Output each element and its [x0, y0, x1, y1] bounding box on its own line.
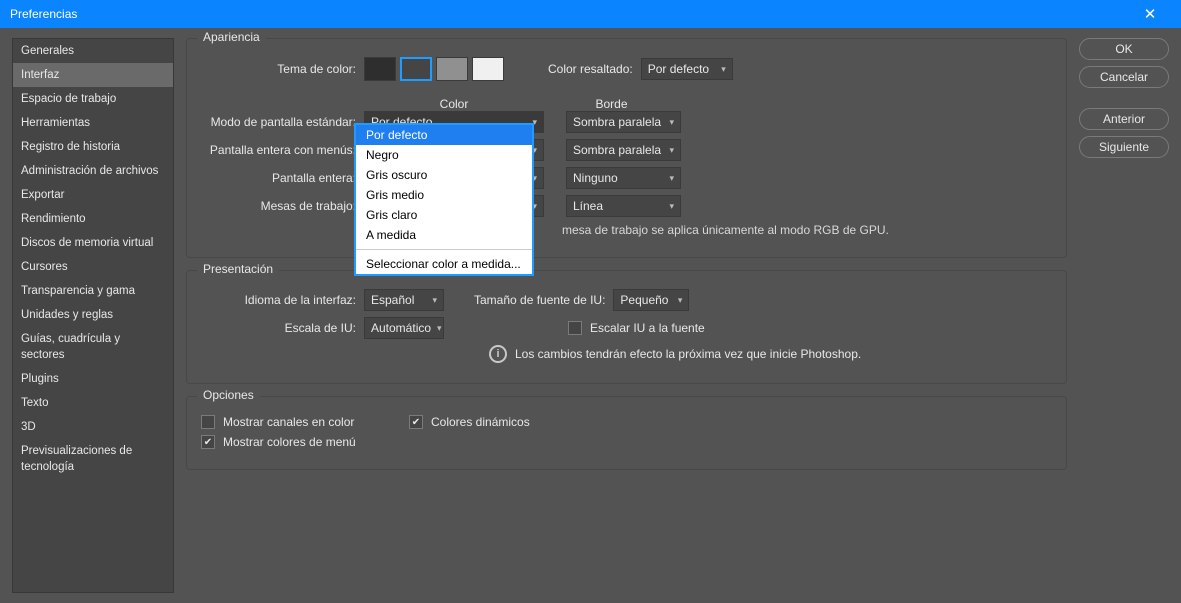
dynamic-colors-label: Colores dinámicos	[431, 415, 530, 429]
chevron-down-icon: ▾	[669, 173, 674, 184]
chevron-down-icon: ▾	[437, 323, 442, 334]
color-theme-label: Tema de color:	[201, 62, 356, 76]
scale-dropdown[interactable]: Automático▾	[364, 317, 444, 339]
chevron-down-icon: ▾	[432, 295, 437, 306]
dropdown-option-5[interactable]: A medida	[356, 225, 532, 245]
dropdown-option-custom[interactable]: Seleccionar color a medida...	[356, 254, 532, 274]
mode-row-label-0: Modo de pantalla estándar:	[201, 115, 356, 129]
mode-row-label-1: Pantalla entera con menús:	[201, 143, 356, 157]
chevron-down-icon: ▾	[669, 117, 674, 128]
close-icon[interactable]: ✕	[1127, 0, 1173, 28]
font-size-dropdown[interactable]: Pequeño▾	[613, 289, 689, 311]
sidebar-item-3[interactable]: Herramientas	[13, 111, 173, 135]
menu-colors-label: Mostrar colores de menú	[223, 435, 356, 449]
highlight-label: Color resaltado:	[548, 62, 633, 76]
cancel-button[interactable]: Cancelar	[1079, 66, 1169, 88]
ok-button[interactable]: OK	[1079, 38, 1169, 60]
chevron-down-icon: ▾	[678, 295, 683, 306]
chevron-down-icon: ▾	[721, 64, 726, 75]
presentation-title: Presentación	[197, 262, 279, 276]
next-button[interactable]: Siguiente	[1079, 136, 1169, 158]
sidebar-item-1[interactable]: Interfaz	[13, 63, 173, 87]
window-title: Preferencias	[10, 7, 77, 21]
theme-swatch-1[interactable]	[400, 57, 432, 81]
appearance-group: Apariencia Tema de color: Color resaltad…	[186, 38, 1067, 258]
column-border-header: Borde	[554, 97, 669, 111]
prev-button[interactable]: Anterior	[1079, 108, 1169, 130]
channels-label: Mostrar canales en color	[223, 415, 383, 429]
column-color-header: Color	[364, 97, 544, 111]
mode-row-label-3: Mesas de trabajo:	[201, 199, 356, 213]
appearance-title: Apariencia	[197, 30, 266, 44]
sidebar-item-6[interactable]: Exportar	[13, 183, 173, 207]
ui-lang-label: Idioma de la interfaz:	[201, 293, 356, 307]
mode-border-dropdown-3[interactable]: Línea▾	[566, 195, 681, 217]
sidebar-item-10[interactable]: Transparencia y gama	[13, 279, 173, 303]
dropdown-option-1[interactable]: Negro	[356, 145, 532, 165]
sidebar-item-16[interactable]: Previsualizaciones de tecnología	[13, 439, 173, 479]
gpu-note: mesa de trabajo se aplica únicamente al …	[562, 223, 889, 237]
sidebar-item-2[interactable]: Espacio de trabajo	[13, 87, 173, 111]
sidebar-item-9[interactable]: Cursores	[13, 255, 173, 279]
dropdown-option-4[interactable]: Gris claro	[356, 205, 532, 225]
mode-border-dropdown-1[interactable]: Sombra paralela▾	[566, 139, 681, 161]
mode-row-label-2: Pantalla entera:	[201, 171, 356, 185]
scale-to-font-label: Escalar IU a la fuente	[590, 321, 705, 335]
highlight-dropdown[interactable]: Por defecto▾	[641, 58, 733, 80]
chevron-down-icon: ▾	[669, 201, 674, 212]
chevron-down-icon: ▾	[669, 145, 674, 156]
sidebar-item-4[interactable]: Registro de historia	[13, 135, 173, 159]
sidebar-item-11[interactable]: Unidades y reglas	[13, 303, 173, 327]
ui-lang-dropdown[interactable]: Español▾	[364, 289, 444, 311]
theme-swatch-2[interactable]	[436, 57, 468, 81]
theme-swatch-0[interactable]	[364, 57, 396, 81]
sidebar-item-8[interactable]: Discos de memoria virtual	[13, 231, 173, 255]
theme-swatch-3[interactable]	[472, 57, 504, 81]
dropdown-option-2[interactable]: Gris oscuro	[356, 165, 532, 185]
scale-label: Escala de IU:	[201, 321, 356, 335]
mode-border-dropdown-0[interactable]: Sombra paralela▾	[566, 111, 681, 133]
sidebar-item-7[interactable]: Rendimiento	[13, 207, 173, 231]
dropdown-option-0[interactable]: Por defecto	[356, 125, 532, 145]
restart-note: Los cambios tendrán efecto la próxima ve…	[515, 347, 861, 361]
dropdown-option-3[interactable]: Gris medio	[356, 185, 532, 205]
font-size-label: Tamaño de fuente de IU:	[474, 293, 605, 307]
sidebar-item-15[interactable]: 3D	[13, 415, 173, 439]
presentation-group: Presentación Idioma de la interfaz: Espa…	[186, 270, 1067, 384]
scale-to-font-checkbox[interactable]	[568, 321, 582, 335]
sidebar: GeneralesInterfazEspacio de trabajoHerra…	[12, 38, 174, 593]
sidebar-item-12[interactable]: Guías, cuadrícula y sectores	[13, 327, 173, 367]
mode-border-dropdown-2[interactable]: Ninguno▾	[566, 167, 681, 189]
sidebar-item-0[interactable]: Generales	[13, 39, 173, 63]
sidebar-item-13[interactable]: Plugins	[13, 367, 173, 391]
menu-colors-checkbox[interactable]	[201, 435, 215, 449]
sidebar-item-5[interactable]: Administración de archivos	[13, 159, 173, 183]
options-title: Opciones	[197, 388, 260, 402]
color-dropdown-list[interactable]: Por defectoNegroGris oscuroGris medioGri…	[354, 123, 534, 276]
channels-checkbox[interactable]	[201, 415, 215, 429]
dynamic-colors-checkbox[interactable]	[409, 415, 423, 429]
info-icon: i	[489, 345, 507, 363]
titlebar: Preferencias ✕	[0, 0, 1181, 28]
options-group: Opciones Mostrar canales en color Colore…	[186, 396, 1067, 470]
sidebar-item-14[interactable]: Texto	[13, 391, 173, 415]
